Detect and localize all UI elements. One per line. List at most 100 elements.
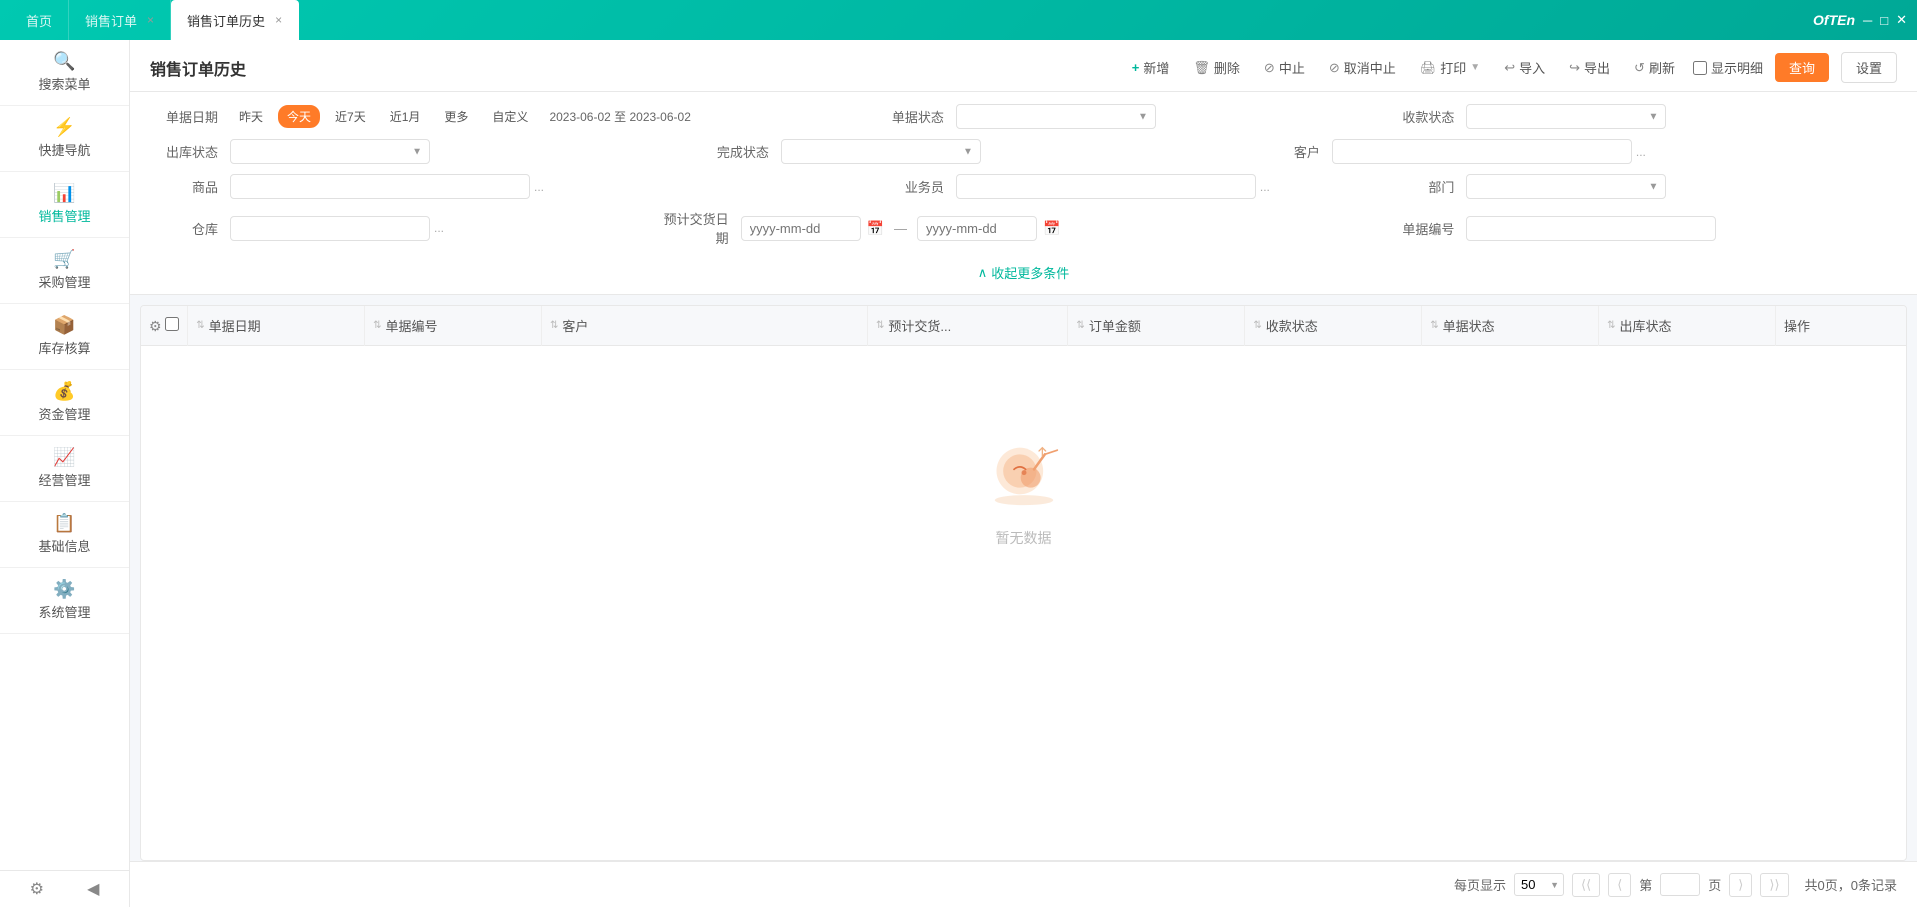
product-input[interactable] bbox=[230, 174, 530, 199]
minimize-icon[interactable]: ─ bbox=[1863, 13, 1872, 28]
filter-row-4: 仓库 ... 预计交货日期 📅 — 📅 单据编号 bbox=[150, 209, 1897, 247]
th-number-sort: ⇅ 单据编号 bbox=[373, 316, 533, 335]
first-page-button[interactable]: ⟨⟨ bbox=[1572, 873, 1600, 897]
sort-number-icon[interactable]: ⇅ bbox=[373, 320, 381, 331]
prev-page-button[interactable]: ⟨ bbox=[1608, 873, 1631, 897]
sidebar-item-inventory[interactable]: 📦 库存核算 bbox=[0, 304, 129, 370]
add-button[interactable]: + 新增 bbox=[1126, 54, 1176, 81]
last-page-button[interactable]: ⟩⟩ bbox=[1760, 873, 1788, 897]
tab-sales-order-history[interactable]: 销售订单历史 × bbox=[171, 0, 299, 40]
export-button[interactable]: ↪ 导出 bbox=[1563, 54, 1616, 81]
product-label: 商品 bbox=[150, 177, 230, 196]
date-today-btn[interactable]: 今天 bbox=[278, 105, 320, 128]
settings-icon[interactable]: ⚙ bbox=[30, 879, 44, 899]
bill-number-input[interactable] bbox=[1466, 216, 1716, 241]
date-more-btn[interactable]: 更多 bbox=[435, 105, 477, 128]
content-area: 销售订单历史 + 新增 🗑 删除 ⊘ 中止 ⊘ 取消中止 bbox=[130, 40, 1917, 907]
select-all-checkbox[interactable] bbox=[165, 317, 179, 331]
sidebar-item-search[interactable]: 🔍 搜索菜单 bbox=[0, 40, 129, 106]
sort-outbound-icon[interactable]: ⇅ bbox=[1607, 320, 1615, 331]
sort-receipt-icon[interactable]: ⇅ bbox=[1253, 320, 1261, 331]
refresh-button[interactable]: ↺ 刷新 bbox=[1628, 54, 1681, 81]
outbound-status-select[interactable] bbox=[230, 139, 430, 164]
tab-home[interactable]: 首页 bbox=[10, 0, 69, 40]
empty-area: 暂无数据 bbox=[141, 346, 1906, 628]
cancel-stop-button[interactable]: ⊘ 取消中止 bbox=[1323, 54, 1402, 81]
sidebar-item-system[interactable]: ⚙️ 系统管理 bbox=[0, 568, 129, 634]
query-button[interactable]: 查询 bbox=[1775, 53, 1829, 82]
th-receipt-status: ⇅ 收款状态 bbox=[1245, 306, 1422, 346]
settings-button[interactable]: 设置 bbox=[1841, 52, 1897, 83]
collapse-button[interactable]: ∧ 收起更多条件 bbox=[978, 263, 1070, 282]
next-page-button[interactable]: ⟩ bbox=[1729, 873, 1752, 897]
close-history-tab[interactable]: × bbox=[275, 13, 282, 27]
department-select-wrapper bbox=[1466, 174, 1666, 199]
window-close-icon[interactable]: ✕ bbox=[1896, 12, 1907, 28]
filter-area: 单据日期 昨天 今天 近7天 近1月 更多 自定义 2023-06-02 至 2… bbox=[130, 92, 1917, 295]
customer-label: 客户 bbox=[1252, 142, 1332, 161]
bill-status-select[interactable] bbox=[956, 104, 1156, 129]
warehouse-control: ... bbox=[230, 216, 661, 241]
collapse-row: ∧ 收起更多条件 bbox=[150, 257, 1897, 282]
date-custom-btn[interactable]: 自定义 bbox=[483, 105, 537, 128]
salesperson-input[interactable] bbox=[956, 174, 1256, 199]
date-yesterday-btn[interactable]: 昨天 bbox=[230, 105, 272, 128]
stop-button[interactable]: ⊘ 中止 bbox=[1258, 54, 1311, 81]
date-dash: — bbox=[894, 221, 907, 236]
delivery-end-input[interactable] bbox=[917, 216, 1037, 241]
sort-amount-icon[interactable]: ⇅ bbox=[1076, 320, 1084, 331]
calendar-end-icon[interactable]: 📅 bbox=[1043, 220, 1060, 237]
salesperson-ellipsis-btn[interactable]: ... bbox=[1260, 180, 1270, 194]
th-date-sort: ⇅ 单据日期 bbox=[196, 316, 356, 335]
complete-status-select[interactable] bbox=[781, 139, 981, 164]
sidebar-item-operations[interactable]: 📈 经营管理 bbox=[0, 436, 129, 502]
department-select[interactable] bbox=[1466, 174, 1666, 199]
print-icon: 🖨 bbox=[1420, 60, 1437, 76]
receipt-status-select-wrapper bbox=[1466, 104, 1666, 129]
warehouse-ellipsis-btn[interactable]: ... bbox=[434, 221, 444, 235]
date-1month-btn[interactable]: 近1月 bbox=[381, 105, 430, 128]
salesperson-label: 业务员 bbox=[876, 177, 956, 196]
tab-sales-order[interactable]: 销售订单 × bbox=[69, 0, 171, 40]
sort-delivery-icon[interactable]: ⇅ bbox=[876, 320, 884, 331]
export-icon: ↪ bbox=[1569, 60, 1580, 76]
sort-customer-icon[interactable]: ⇅ bbox=[550, 320, 558, 331]
customer-control: ... bbox=[1332, 139, 1897, 164]
delete-button[interactable]: 🗑 删除 bbox=[1187, 54, 1246, 81]
sidebar-item-quick-nav[interactable]: ⚡ 快捷导航 bbox=[0, 106, 129, 172]
collapse-sidebar-icon[interactable]: ◀ bbox=[87, 879, 99, 899]
quick-nav-icon: ⚡ bbox=[53, 118, 75, 136]
sort-date-icon[interactable]: ⇅ bbox=[196, 320, 204, 331]
customer-input[interactable] bbox=[1332, 139, 1632, 164]
display-toggle[interactable]: 显示明细 bbox=[1693, 58, 1763, 77]
topbar-right: OfTEn ─ □ ✕ bbox=[1813, 12, 1907, 28]
th-outbound-sort: ⇅ 出库状态 bbox=[1607, 316, 1767, 335]
product-ellipsis-btn[interactable]: ... bbox=[534, 180, 544, 194]
print-button[interactable]: 🖨 打印 ▼ bbox=[1414, 54, 1486, 81]
customer-ellipsis-btn[interactable]: ... bbox=[1636, 145, 1646, 159]
th-delivery: ⇅ 预计交货... bbox=[867, 306, 1067, 346]
per-page-label: 每页显示 bbox=[1454, 875, 1506, 894]
sidebar-item-basic-info[interactable]: 📋 基础信息 bbox=[0, 502, 129, 568]
import-button[interactable]: ↩ 导入 bbox=[1498, 54, 1551, 81]
delivery-start-input[interactable] bbox=[741, 216, 861, 241]
sort-bill-icon[interactable]: ⇅ bbox=[1430, 320, 1438, 331]
calendar-start-icon[interactable]: 📅 bbox=[867, 220, 884, 237]
th-outbound-status: ⇅ 出库状态 bbox=[1599, 306, 1776, 346]
receipt-status-control bbox=[1466, 104, 1897, 129]
close-sales-order-tab[interactable]: × bbox=[147, 13, 154, 27]
receipt-status-select[interactable] bbox=[1466, 104, 1666, 129]
sidebar-item-purchase[interactable]: 🛒 采购管理 bbox=[0, 238, 129, 304]
page-input[interactable]: 1 bbox=[1660, 873, 1700, 896]
display-toggle-checkbox[interactable] bbox=[1693, 61, 1707, 75]
date-7days-btn[interactable]: 近7天 bbox=[326, 105, 375, 128]
table-header-row: ⚙ ⇅ 单据日期 ⇅ 单据编号 bbox=[141, 306, 1906, 346]
sidebar-item-sales[interactable]: 📊 销售管理 bbox=[0, 172, 129, 238]
warehouse-input[interactable] bbox=[230, 216, 430, 241]
search-icon: 🔍 bbox=[53, 52, 75, 70]
table-settings-icon[interactable]: ⚙ bbox=[149, 318, 162, 334]
outbound-select-wrapper bbox=[230, 139, 430, 164]
per-page-select[interactable]: 10 20 50 100 bbox=[1514, 873, 1564, 896]
sidebar-item-finance[interactable]: 💰 资金管理 bbox=[0, 370, 129, 436]
maximize-icon[interactable]: □ bbox=[1880, 13, 1888, 28]
